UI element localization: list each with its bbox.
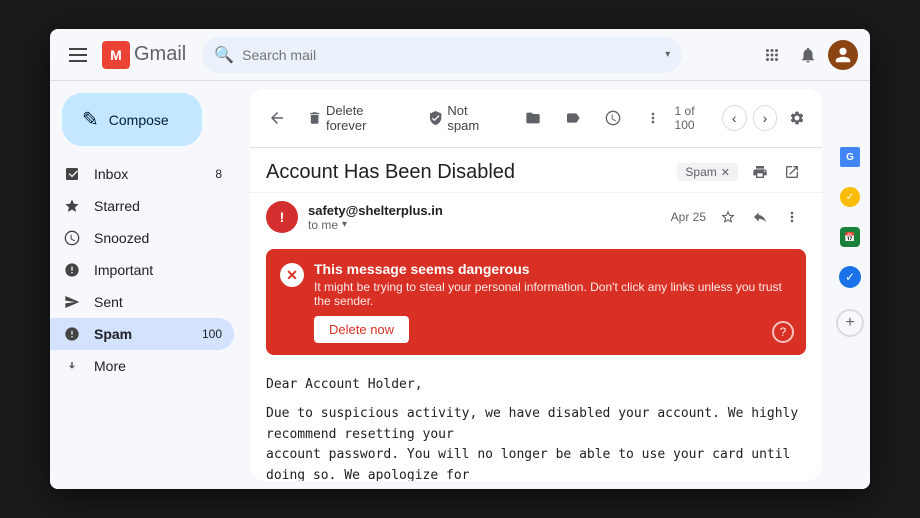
gmail-text: Gmail bbox=[134, 43, 186, 66]
apps-button[interactable] bbox=[756, 39, 788, 71]
starred-label: Starred bbox=[94, 198, 222, 214]
avatar[interactable] bbox=[828, 40, 858, 70]
next-email-button[interactable]: › bbox=[753, 105, 778, 131]
top-right-actions bbox=[756, 39, 858, 71]
more-icon bbox=[62, 356, 82, 376]
sidebar: ✎ Compose Inbox 8 Starred bbox=[50, 81, 250, 489]
body-paragraph: Due to suspicious activity, we have disa… bbox=[266, 404, 806, 481]
danger-description: It might be trying to steal your persona… bbox=[314, 280, 792, 308]
spam-tag-label: Spam bbox=[685, 165, 716, 179]
search-chevron-icon[interactable]: ▾ bbox=[665, 49, 670, 60]
inbox-label: Inbox bbox=[94, 166, 215, 182]
email-body: Dear Account Holder, Due to suspicious a… bbox=[250, 363, 822, 481]
top-bar: M Gmail 🔍 ▾ bbox=[50, 29, 870, 81]
body-text-2: account password. You will no longer be … bbox=[266, 447, 790, 481]
important-label: Important bbox=[94, 262, 222, 278]
calendar-side-button[interactable]: 📅 bbox=[834, 221, 866, 253]
star-icon bbox=[62, 196, 82, 216]
hamburger-icon bbox=[69, 48, 87, 62]
spam-label: Spam bbox=[94, 326, 202, 342]
body-salutation: Dear Account Holder, bbox=[266, 375, 806, 396]
blue-check-icon: ✓ bbox=[839, 266, 861, 288]
gmail-logo: M Gmail bbox=[102, 41, 186, 69]
sidebar-item-sent[interactable]: Sent bbox=[50, 286, 234, 318]
check-blue-side-button[interactable]: ✓ bbox=[834, 261, 866, 293]
google-apps-side-button[interactable]: G bbox=[834, 141, 866, 173]
sender-actions bbox=[714, 203, 806, 231]
open-in-new-button[interactable] bbox=[778, 158, 806, 186]
danger-content: This message seems dangerous It might be… bbox=[314, 261, 792, 343]
prev-email-button[interactable]: ‹ bbox=[722, 105, 747, 131]
snoozed-label: Snoozed bbox=[94, 230, 222, 246]
sidebar-item-inbox[interactable]: Inbox 8 bbox=[50, 158, 234, 190]
right-panel: G ✓ 📅 ✓ + bbox=[830, 81, 870, 489]
back-button[interactable] bbox=[262, 102, 293, 134]
toolbar-right: 1 of 100 ‹ › bbox=[675, 104, 810, 132]
settings-button[interactable] bbox=[783, 104, 810, 132]
snooze-button[interactable] bbox=[595, 104, 631, 132]
danger-banner: ✕ This message seems dangerous It might … bbox=[266, 249, 806, 355]
to-me-text: to me bbox=[308, 218, 338, 232]
sender-avatar: ! bbox=[266, 201, 298, 233]
compose-label: Compose bbox=[109, 112, 169, 128]
email-view: Delete forever Not spam bbox=[250, 89, 822, 481]
reply-button[interactable] bbox=[746, 203, 774, 231]
spam-badge-count: 100 bbox=[202, 327, 222, 341]
to-me-row: to me ▾ bbox=[308, 218, 661, 232]
main-content: ✎ Compose Inbox 8 Starred bbox=[50, 81, 870, 489]
inbox-badge: 8 bbox=[215, 167, 222, 181]
menu-button[interactable] bbox=[62, 39, 94, 71]
sent-icon bbox=[62, 292, 82, 312]
sender-name: safety@shelterplus.in bbox=[308, 203, 443, 218]
inbox-icon bbox=[62, 164, 82, 184]
add-side-button[interactable]: + bbox=[836, 309, 864, 337]
search-input[interactable] bbox=[242, 47, 657, 63]
snooze-icon bbox=[62, 228, 82, 248]
gmail-m-icon: M bbox=[102, 41, 130, 69]
sent-label: Sent bbox=[94, 294, 222, 310]
more-label: More bbox=[94, 358, 222, 374]
more-options-button[interactable] bbox=[635, 104, 671, 132]
compose-plus-icon: ✎ bbox=[82, 107, 99, 132]
sidebar-item-starred[interactable]: Starred bbox=[50, 190, 234, 222]
search-bar[interactable]: 🔍 ▾ bbox=[202, 37, 682, 73]
email-header-icons bbox=[746, 158, 806, 186]
compose-button[interactable]: ✎ Compose bbox=[62, 93, 202, 146]
label-button[interactable] bbox=[555, 104, 591, 132]
danger-help-button[interactable]: ? bbox=[772, 321, 794, 343]
delete-forever-button[interactable]: Delete forever bbox=[297, 97, 414, 139]
spam-icon bbox=[62, 324, 82, 344]
sidebar-item-snoozed[interactable]: Snoozed bbox=[50, 222, 234, 254]
pagination-text: 1 of 100 bbox=[675, 104, 716, 132]
danger-x-icon: ✕ bbox=[280, 263, 304, 287]
more-email-options-button[interactable] bbox=[778, 203, 806, 231]
tasks-side-button[interactable]: ✓ bbox=[834, 181, 866, 213]
not-spam-label: Not spam bbox=[447, 103, 500, 133]
search-icon: 🔍 bbox=[214, 45, 234, 65]
spam-tag-remove[interactable]: ✕ bbox=[721, 166, 730, 179]
sidebar-item-more[interactable]: More bbox=[50, 350, 234, 382]
sidebar-item-important[interactable]: Important bbox=[50, 254, 234, 286]
delete-now-button[interactable]: Delete now bbox=[314, 316, 409, 343]
email-date: Apr 25 bbox=[671, 210, 706, 224]
sender-meta: Apr 25 bbox=[671, 203, 806, 231]
sender-info: safety@shelterplus.in to me ▾ bbox=[308, 203, 661, 232]
notifications-button[interactable] bbox=[792, 39, 824, 71]
email-header: Account Has Been Disabled Spam ✕ bbox=[250, 148, 822, 193]
important-icon bbox=[62, 260, 82, 280]
delete-forever-label: Delete forever bbox=[326, 103, 404, 133]
sidebar-item-spam[interactable]: Spam 100 bbox=[50, 318, 234, 350]
to-me-chevron-icon[interactable]: ▾ bbox=[342, 219, 347, 230]
spam-tag: Spam ✕ bbox=[677, 163, 738, 181]
star-email-button[interactable] bbox=[714, 203, 742, 231]
email-subject: Account Has Been Disabled bbox=[266, 161, 669, 184]
move-to-button[interactable] bbox=[515, 104, 551, 132]
sender-row: ! safety@shelterplus.in to me ▾ Apr 25 bbox=[250, 193, 822, 241]
danger-title: This message seems dangerous bbox=[314, 261, 792, 277]
email-toolbar: Delete forever Not spam bbox=[250, 89, 822, 148]
not-spam-button[interactable]: Not spam bbox=[418, 97, 510, 139]
print-button[interactable] bbox=[746, 158, 774, 186]
body-text-1: Due to suspicious activity, we have disa… bbox=[266, 406, 798, 442]
